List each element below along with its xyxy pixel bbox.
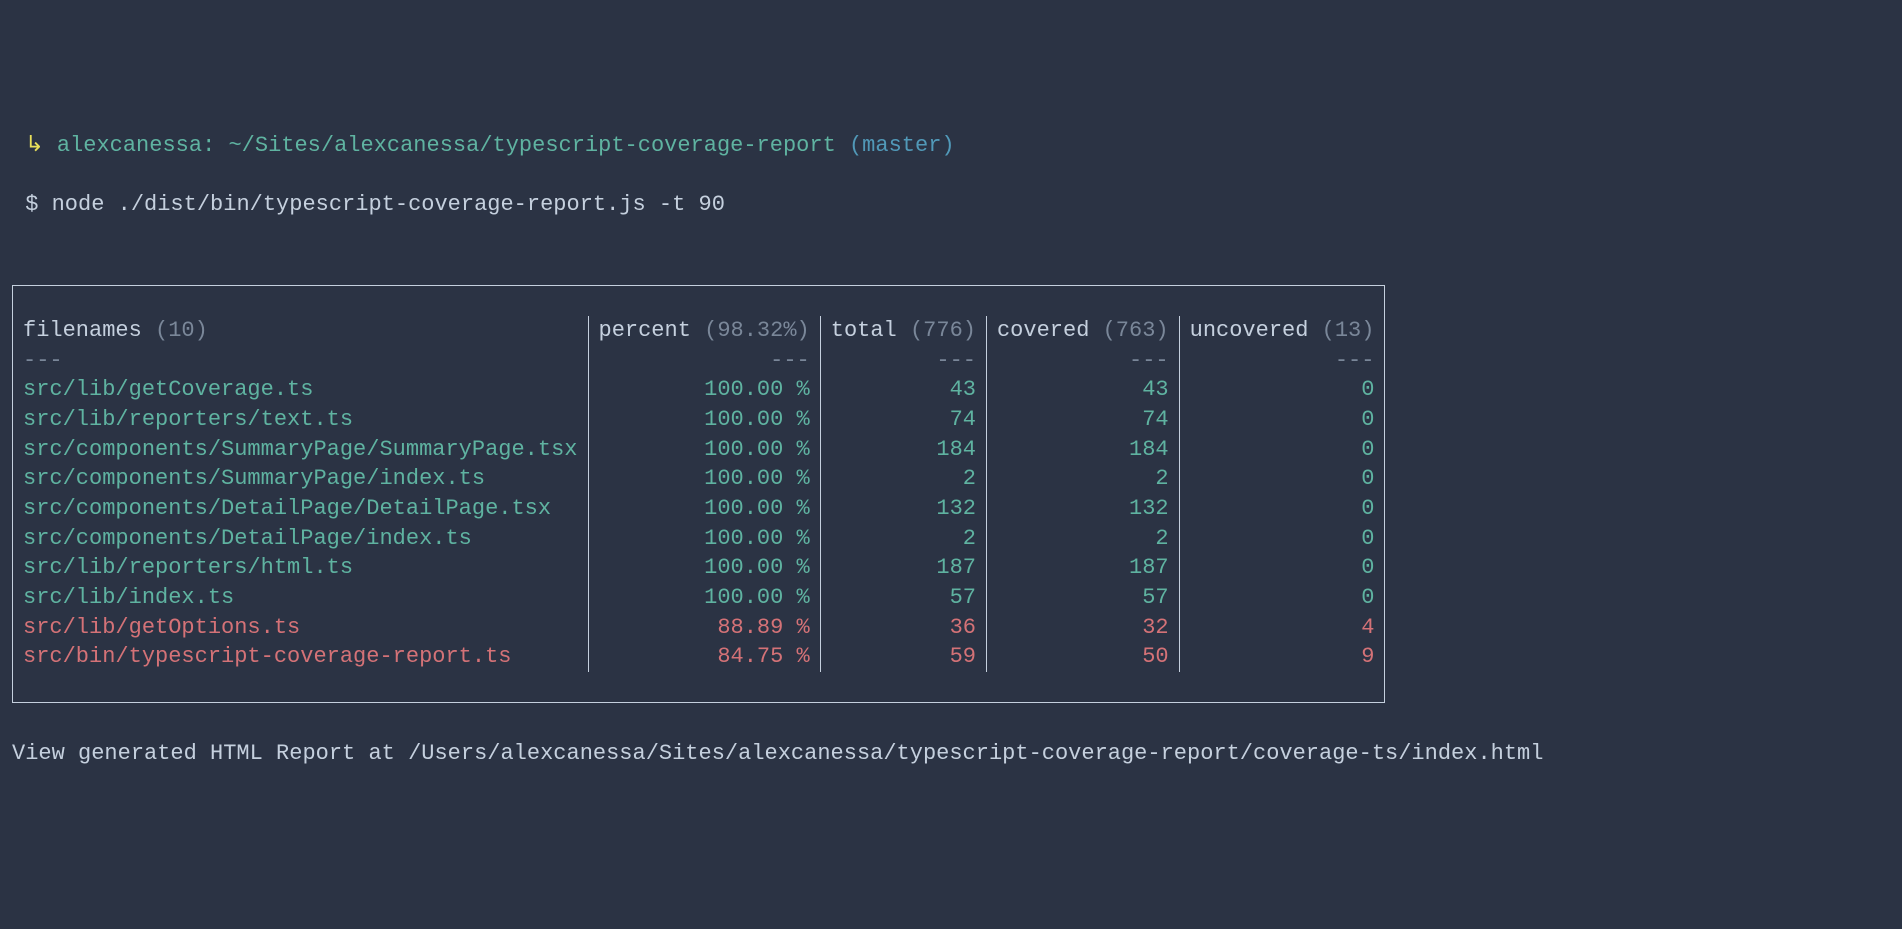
table-row: src/lib/getOptions.ts88.89 %36324: [13, 613, 1384, 643]
cell-covered: 74: [986, 405, 1179, 435]
cell-filename: src/lib/index.ts: [13, 583, 588, 613]
header-summary: (776): [910, 318, 976, 343]
header-total: total (776) ---: [820, 316, 986, 375]
cell-covered: 132: [986, 494, 1179, 524]
prompt-branch: (master): [849, 133, 955, 158]
cell-uncovered: 0: [1179, 583, 1384, 613]
table-row: src/components/SummaryPage/SummaryPage.t…: [13, 435, 1384, 465]
cell-filename: src/bin/typescript-coverage-report.ts: [13, 642, 588, 672]
prompt-user-path: alexcanessa: ~/Sites/alexcanessa/typescr…: [57, 133, 836, 158]
cell-uncovered: 9: [1179, 642, 1384, 672]
cell-percent: 100.00 %: [588, 405, 820, 435]
cell-filename: src/components/SummaryPage/SummaryPage.t…: [13, 435, 588, 465]
dashes: ---: [936, 348, 976, 373]
cell-covered: 50: [986, 642, 1179, 672]
table-row: src/lib/reporters/html.ts100.00 %1871870: [13, 553, 1384, 583]
header-label: covered: [997, 318, 1089, 343]
dashes: ---: [1335, 348, 1375, 373]
cell-uncovered: 0: [1179, 494, 1384, 524]
table-header-row: filenames (10) --- percent (98.32%) --- …: [13, 316, 1384, 375]
cell-total: 74: [820, 405, 986, 435]
command-text: node ./dist/bin/typescript-coverage-repo…: [52, 192, 725, 217]
cell-uncovered: 0: [1179, 464, 1384, 494]
cell-total: 43: [820, 375, 986, 405]
cell-covered: 184: [986, 435, 1179, 465]
cell-filename: src/lib/getOptions.ts: [13, 613, 588, 643]
table-row: src/lib/reporters/text.ts100.00 %74740: [13, 405, 1384, 435]
footer-message: View generated HTML Report at /Users/ale…: [12, 739, 1890, 769]
header-label: percent: [599, 318, 691, 343]
cell-covered: 57: [986, 583, 1179, 613]
cell-percent: 84.75 %: [588, 642, 820, 672]
cell-percent: 100.00 %: [588, 464, 820, 494]
cell-percent: 100.00 %: [588, 435, 820, 465]
cell-percent: 100.00 %: [588, 553, 820, 583]
table-row: src/components/SummaryPage/index.ts100.0…: [13, 464, 1384, 494]
cell-filename: src/components/DetailPage/DetailPage.tsx: [13, 494, 588, 524]
cell-total: 2: [820, 524, 986, 554]
table-row: src/components/DetailPage/index.ts100.00…: [13, 524, 1384, 554]
cell-percent: 100.00 %: [588, 494, 820, 524]
header-uncovered: uncovered (13) ---: [1179, 316, 1384, 375]
cell-covered: 2: [986, 524, 1179, 554]
header-percent: percent (98.32%) ---: [588, 316, 820, 375]
header-label: total: [831, 318, 897, 343]
dashes: ---: [23, 348, 63, 373]
cell-percent: 100.00 %: [588, 375, 820, 405]
cell-percent: 88.89 %: [588, 613, 820, 643]
header-summary: (13): [1322, 318, 1375, 343]
cell-covered: 32: [986, 613, 1179, 643]
header-label: filenames: [23, 318, 142, 343]
cell-total: 57: [820, 583, 986, 613]
cell-filename: src/lib/reporters/html.ts: [13, 553, 588, 583]
cell-filename: src/lib/getCoverage.ts: [13, 375, 588, 405]
header-summary: (763): [1103, 318, 1169, 343]
cell-percent: 100.00 %: [588, 524, 820, 554]
table-row: src/lib/getCoverage.ts100.00 %43430: [13, 375, 1384, 405]
cell-covered: 2: [986, 464, 1179, 494]
cell-covered: 187: [986, 553, 1179, 583]
table-row: src/components/DetailPage/DetailPage.tsx…: [13, 494, 1384, 524]
cell-uncovered: 0: [1179, 405, 1384, 435]
cell-filename: src/components/SummaryPage/index.ts: [13, 464, 588, 494]
cell-total: 132: [820, 494, 986, 524]
dashes: ---: [1129, 348, 1169, 373]
header-summary: (98.32%): [704, 318, 810, 343]
cell-uncovered: 0: [1179, 375, 1384, 405]
coverage-table: filenames (10) --- percent (98.32%) --- …: [12, 285, 1385, 703]
cell-total: 36: [820, 613, 986, 643]
cell-uncovered: 0: [1179, 435, 1384, 465]
cell-total: 59: [820, 642, 986, 672]
prompt-symbol: $: [25, 192, 38, 217]
cell-percent: 100.00 %: [588, 583, 820, 613]
header-covered: covered (763) ---: [986, 316, 1179, 375]
cell-total: 184: [820, 435, 986, 465]
header-label: uncovered: [1190, 318, 1309, 343]
prompt-arrow-icon: ↳: [25, 133, 43, 158]
prompt-line-1: ↳ alexcanessa: ~/Sites/alexcanessa/types…: [12, 131, 1890, 161]
cell-total: 187: [820, 553, 986, 583]
cell-uncovered: 0: [1179, 553, 1384, 583]
header-summary: (10): [155, 318, 208, 343]
cell-total: 2: [820, 464, 986, 494]
table-row: src/bin/typescript-coverage-report.ts84.…: [13, 642, 1384, 672]
cell-filename: src/lib/reporters/text.ts: [13, 405, 588, 435]
prompt-line-2[interactable]: $ node ./dist/bin/typescript-coverage-re…: [12, 190, 1890, 220]
header-filenames: filenames (10) ---: [13, 316, 588, 375]
cell-uncovered: 0: [1179, 524, 1384, 554]
cell-uncovered: 4: [1179, 613, 1384, 643]
cell-filename: src/components/DetailPage/index.ts: [13, 524, 588, 554]
cell-covered: 43: [986, 375, 1179, 405]
dashes: ---: [770, 348, 810, 373]
table-row: src/lib/index.ts100.00 %57570: [13, 583, 1384, 613]
